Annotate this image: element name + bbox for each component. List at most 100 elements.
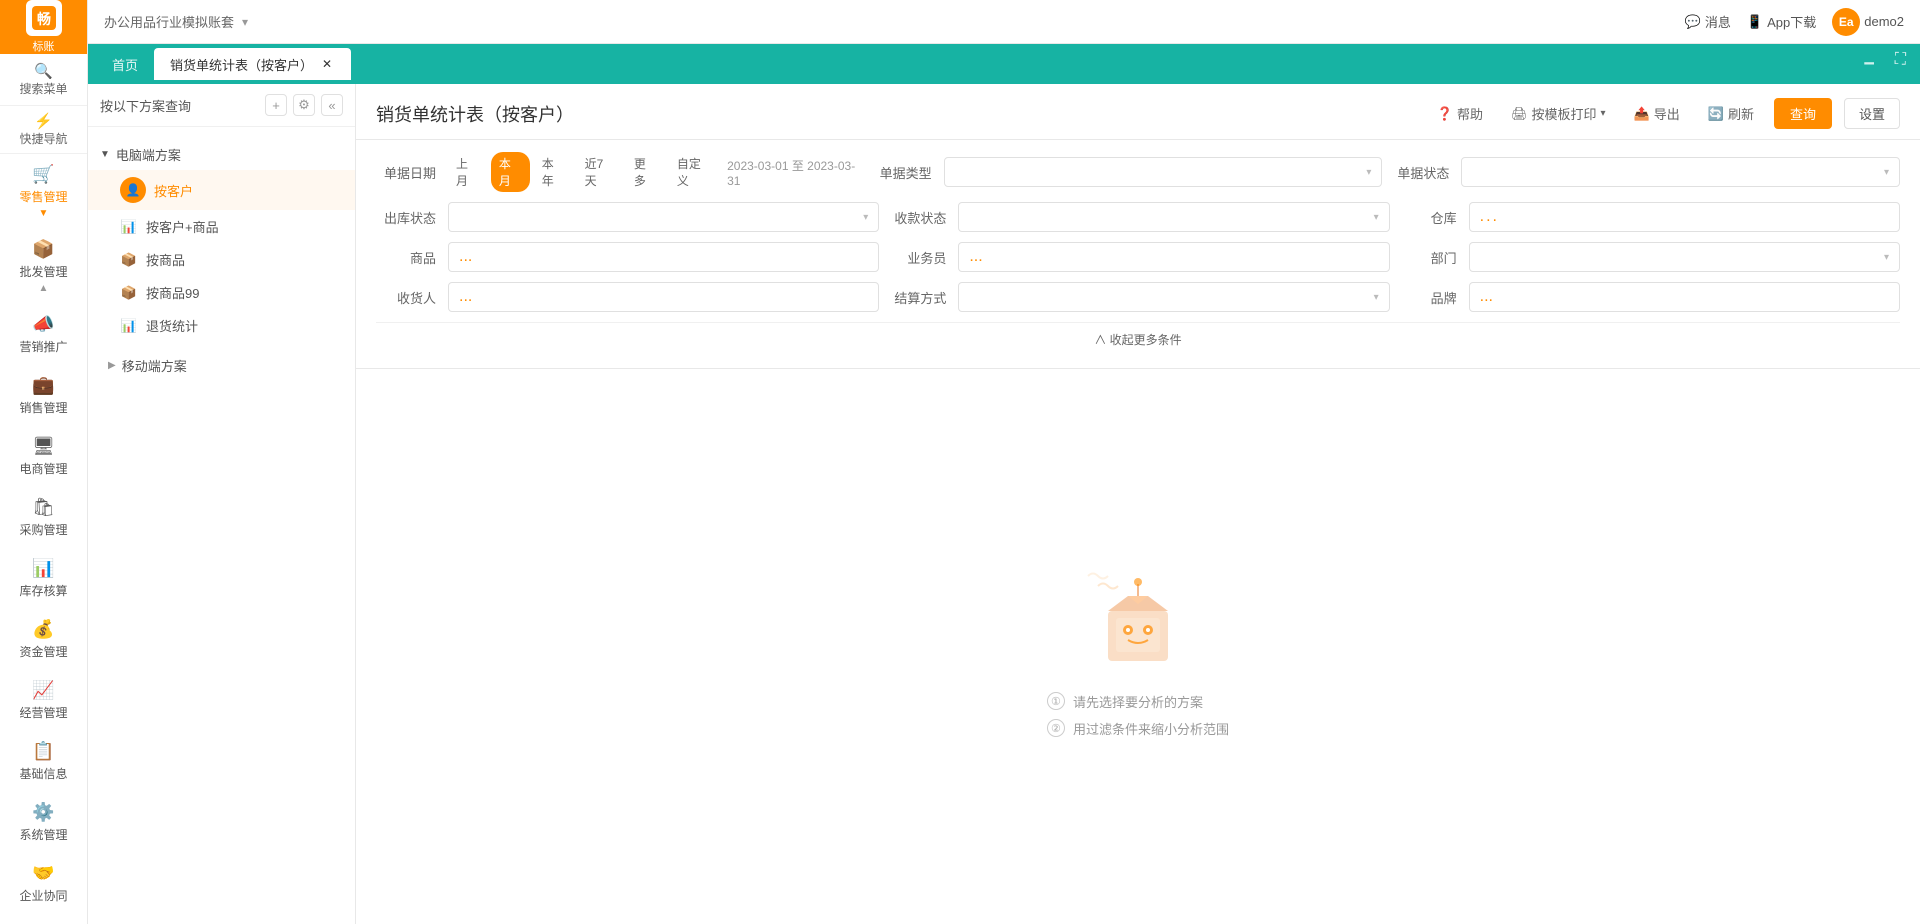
avatar-text: Ea bbox=[1839, 15, 1854, 29]
sidebar-item-ecommerce-label: 电商管理 bbox=[19, 460, 67, 477]
date-tab-current-month[interactable]: 本月 bbox=[491, 152, 530, 192]
sidebar-item-finance[interactable]: 💰 资金管理 bbox=[0, 609, 88, 670]
tab-sales-stat[interactable]: 销货单统计表（按客户） ✕ bbox=[154, 48, 351, 80]
by-product-icon: 📦 bbox=[120, 251, 138, 269]
date-tab-custom[interactable]: 自定义 bbox=[669, 152, 719, 192]
sidebar-item-purchase[interactable]: 🛍 采购管理 bbox=[0, 487, 88, 548]
tree-item-by-product-99[interactable]: 📦 按商品99 bbox=[88, 276, 355, 309]
message-icon: 💬 bbox=[1685, 14, 1701, 30]
template-print-label: 按模板打印 bbox=[1532, 104, 1597, 123]
app-download-button[interactable]: 📱 App下载 bbox=[1747, 12, 1816, 31]
date-tab-current-year[interactable]: 本年 bbox=[534, 152, 573, 192]
tab-bar: 首页 销货单统计表（按客户） ✕ 🗕 ⛶ bbox=[88, 44, 1920, 84]
basic-icon: 📋 bbox=[32, 741, 54, 762]
refresh-button[interactable]: 🔄 刷新 bbox=[1700, 100, 1762, 127]
empty-state: ① 请先选择要分析的方案 ② 用过滤条件来缩小分析范围 bbox=[356, 369, 1920, 924]
brand-select[interactable]: ... bbox=[1469, 282, 1900, 312]
sidebar-item-newbie[interactable]: 🚀 新手引导 bbox=[0, 914, 88, 924]
staff-select[interactable]: ... bbox=[958, 242, 1389, 272]
refresh-icon: 🔄 bbox=[1708, 106, 1724, 122]
date-tab-last-7[interactable]: 近7天 bbox=[577, 152, 622, 192]
tab-close-button[interactable]: ✕ bbox=[319, 56, 335, 72]
tree-group-mobile-header[interactable]: ▶ 移动端方案 bbox=[88, 350, 355, 381]
sidebar-item-operations[interactable]: 📈 经营管理 bbox=[0, 670, 88, 731]
sidebar-item-basic[interactable]: 📋 基础信息 bbox=[0, 731, 88, 792]
sidebar-item-sales[interactable]: 💼 销售管理 bbox=[0, 365, 88, 426]
search-menu-button[interactable]: 🔍 搜索菜单 bbox=[0, 54, 88, 106]
product-select[interactable]: ... bbox=[448, 242, 879, 272]
sidebar: 畅 标账 🔍 搜索菜单 ⚡ 快捷导航 🛒 零售管理 ▼ 📦 批发管理 ▲ 📣 营… bbox=[0, 0, 88, 924]
consignee-label: 收货人 bbox=[376, 288, 436, 307]
out-status-select[interactable]: ▾ bbox=[448, 202, 879, 232]
tree-group-mobile-label: 移动端方案 bbox=[122, 356, 187, 375]
sidebar-item-inventory-label: 库存核算 bbox=[19, 582, 67, 599]
sidebar-item-marketing[interactable]: 📣 营销推广 bbox=[0, 304, 88, 365]
export-button[interactable]: 📤 导出 bbox=[1626, 100, 1688, 127]
template-print-button[interactable]: 🖨 按模板打印 ▾ bbox=[1503, 100, 1614, 127]
sidebar-item-system[interactable]: ⚙️ 系统管理 bbox=[0, 792, 88, 853]
user-menu[interactable]: Ea demo2 bbox=[1832, 8, 1904, 36]
sidebar-item-enterprise[interactable]: 🤝 企业协同 bbox=[0, 853, 88, 914]
filter-row-4: 收货人 ... 结算方式 ▾ 品牌 ... bbox=[376, 282, 1900, 312]
date-tab-last-month[interactable]: 上月 bbox=[448, 152, 487, 192]
help-button[interactable]: ❓ 帮助 bbox=[1429, 100, 1491, 127]
staff-label: 业务员 bbox=[891, 248, 946, 267]
settings-scheme-button[interactable]: ⚙ bbox=[293, 94, 315, 116]
template-print-arrow-icon: ▾ bbox=[1601, 108, 1606, 119]
receipt-status-select[interactable]: ▾ bbox=[958, 202, 1389, 232]
avatar: Ea bbox=[1832, 8, 1860, 36]
date-tabs: 上月 本月 本年 近7天 更多 bbox=[448, 152, 719, 192]
dropdown-arrow-icon[interactable]: ▾ bbox=[242, 15, 248, 29]
scheme-tree: ▼ 电脑端方案 👤 按客户 📊 按客户+商品 bbox=[88, 127, 355, 393]
right-panel: 销货单统计表（按客户） ❓ 帮助 🖨 按模板打印 ▾ 📤 导出 bbox=[356, 84, 1920, 924]
filter-area: 单据日期 上月 本月 本年 bbox=[356, 140, 1920, 369]
quick-nav-button[interactable]: ⚡ 快捷导航 bbox=[0, 106, 88, 154]
sidebar-item-basic-label: 基础信息 bbox=[19, 765, 67, 782]
printer-icon: 🖨 bbox=[1511, 106, 1528, 122]
consignee-select[interactable]: ... bbox=[448, 282, 879, 312]
tab-maximize-button[interactable]: ⛶ bbox=[1889, 49, 1912, 80]
collapse-label: 收起更多条件 bbox=[1110, 333, 1182, 347]
payment-label: 结算方式 bbox=[891, 288, 946, 307]
warehouse-select[interactable]: ... bbox=[1469, 202, 1900, 232]
system-icon: ⚙️ bbox=[32, 802, 54, 823]
collapse-more-button[interactable]: ∧ 收起更多条件 bbox=[376, 322, 1900, 356]
by-customer-icon: 👤 bbox=[126, 183, 141, 197]
empty-illustration bbox=[1078, 556, 1198, 676]
add-scheme-button[interactable]: + bbox=[265, 94, 287, 116]
sidebar-item-inventory[interactable]: 📊 库存核算 bbox=[0, 548, 88, 609]
sidebar-item-ecommerce[interactable]: 🖥 电商管理 bbox=[0, 426, 88, 487]
page-header: 销货单统计表（按客户） ❓ 帮助 🖨 按模板打印 ▾ 📤 导出 bbox=[356, 84, 1920, 140]
user-name: demo2 bbox=[1864, 14, 1904, 29]
payment-select[interactable]: ▾ bbox=[958, 282, 1389, 312]
finance-icon: 💰 bbox=[32, 619, 54, 640]
marketing-icon: 📣 bbox=[32, 314, 54, 335]
tree-group-pc-header[interactable]: ▼ 电脑端方案 bbox=[88, 139, 355, 170]
tree-group-pc-label: 电脑端方案 bbox=[116, 145, 181, 164]
sidebar-item-retail[interactable]: 🛒 零售管理 ▼ bbox=[0, 154, 88, 229]
tab-minimize-button[interactable]: 🗕 bbox=[1857, 49, 1880, 80]
tab-home[interactable]: 首页 bbox=[96, 48, 154, 80]
collapse-panel-button[interactable]: « bbox=[321, 94, 343, 116]
setting-button[interactable]: 设置 bbox=[1844, 98, 1900, 129]
sidebar-item-wholesale[interactable]: 📦 批发管理 ▲ bbox=[0, 229, 88, 304]
query-label: 查询 bbox=[1790, 107, 1816, 122]
doc-status-select[interactable]: ▾ bbox=[1461, 157, 1900, 187]
collapse-up-icon: ∧ bbox=[1094, 333, 1109, 347]
empty-hint-1: ① 请先选择要分析的方案 bbox=[1047, 692, 1229, 711]
date-tab-more[interactable]: 更多 bbox=[626, 152, 665, 192]
message-button[interactable]: 💬 消息 bbox=[1685, 12, 1731, 31]
tree-item-return-stat[interactable]: 📊 退货统计 bbox=[88, 309, 355, 342]
query-button[interactable]: 查询 bbox=[1774, 98, 1832, 129]
receipt-status-label: 收款状态 bbox=[891, 208, 946, 227]
tree-item-by-customer-product[interactable]: 📊 按客户+商品 bbox=[88, 210, 355, 243]
sales-icon: 💼 bbox=[32, 375, 54, 396]
tree-item-by-customer[interactable]: 👤 按客户 bbox=[88, 170, 355, 210]
doc-type-select[interactable]: ▾ bbox=[944, 157, 1383, 187]
tree-group-mobile-arrow: ▶ bbox=[108, 360, 116, 371]
dept-select[interactable]: ▾ bbox=[1469, 242, 1900, 272]
svg-text:畅: 畅 bbox=[37, 11, 51, 27]
page-title: 销货单统计表（按客户） bbox=[376, 101, 574, 127]
left-panel-title: 按以下方案查询 bbox=[100, 96, 191, 115]
tree-item-by-product[interactable]: 📦 按商品 bbox=[88, 243, 355, 276]
